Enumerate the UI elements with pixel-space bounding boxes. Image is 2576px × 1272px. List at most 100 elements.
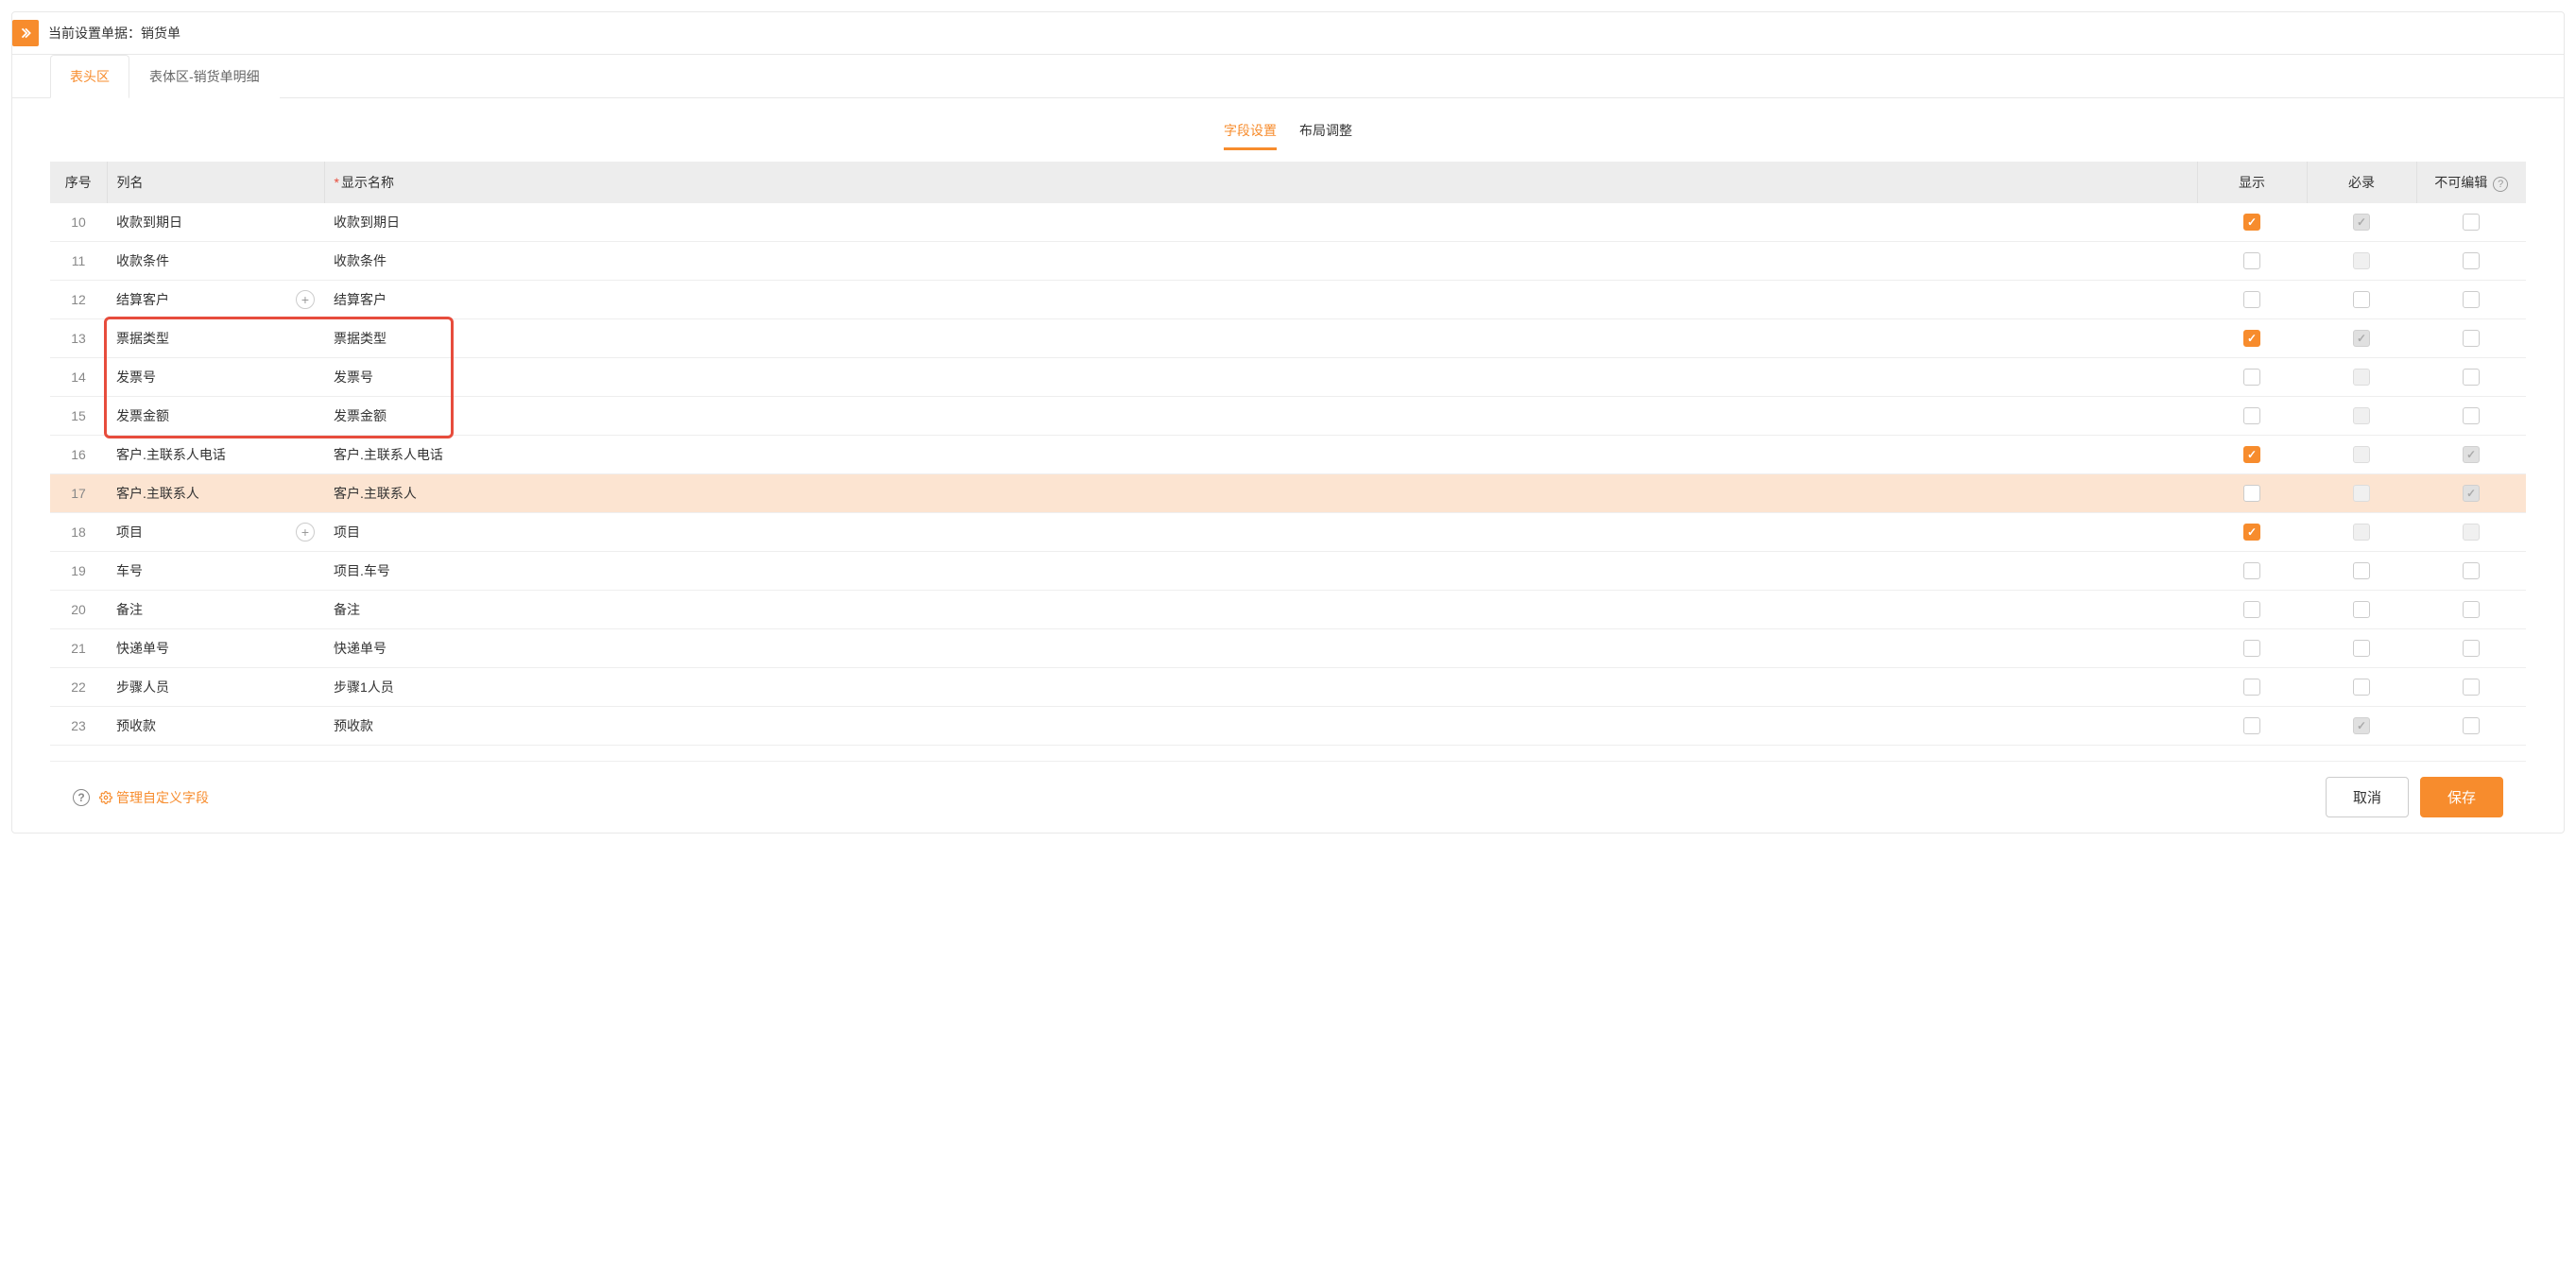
checkbox-required (2353, 485, 2370, 502)
checkbox-readonly[interactable] (2463, 601, 2480, 618)
col-header-required: 必录 (2307, 162, 2416, 203)
table-row: 22步骤人员步骤1人员 (50, 668, 2526, 707)
checkbox-show[interactable] (2243, 524, 2260, 541)
cell-required (2307, 474, 2416, 513)
cell-seq: 13 (50, 319, 107, 358)
checkbox-required[interactable] (2353, 640, 2370, 657)
subtab-1[interactable]: 布局调整 (1299, 113, 1352, 150)
checkbox-show[interactable] (2243, 446, 2260, 463)
table-row: 11收款条件收款条件 (50, 242, 2526, 281)
add-subfield-button[interactable]: + (296, 290, 315, 309)
help-icon[interactable]: ? (2493, 177, 2508, 192)
required-star-icon: * (335, 175, 339, 190)
cell-display-name[interactable]: 快递单号 (324, 629, 2197, 668)
checkbox-readonly[interactable] (2463, 562, 2480, 579)
footer-bar: ? 管理自定义字段 取消 保存 (50, 761, 2526, 833)
field-name-label: 快递单号 (116, 639, 169, 658)
cell-seq: 19 (50, 552, 107, 591)
cell-seq: 16 (50, 436, 107, 474)
checkbox-required[interactable] (2353, 601, 2370, 618)
cell-display-name[interactable]: 发票金额 (324, 397, 2197, 436)
cell-display-name[interactable]: 备注 (324, 591, 2197, 629)
add-subfield-button[interactable]: + (296, 523, 315, 541)
cell-required (2307, 242, 2416, 281)
gear-icon (99, 791, 112, 804)
col-header-show: 显示 (2197, 162, 2307, 203)
cell-required (2307, 281, 2416, 319)
cell-name: 快递单号 (107, 629, 324, 668)
cell-show (2197, 668, 2307, 707)
checkbox-show[interactable] (2243, 640, 2260, 657)
cell-readonly (2416, 474, 2526, 513)
checkbox-required (2353, 446, 2370, 463)
cell-readonly (2416, 436, 2526, 474)
checkbox-readonly[interactable] (2463, 291, 2480, 308)
cell-readonly (2416, 668, 2526, 707)
cell-display-name[interactable]: 票据类型 (324, 319, 2197, 358)
checkbox-required (2353, 214, 2370, 231)
checkbox-show[interactable] (2243, 679, 2260, 696)
current-doc-prefix: 当前设置单据： (48, 24, 141, 43)
cell-display-name[interactable]: 发票号 (324, 358, 2197, 397)
field-name-label: 预收款 (116, 716, 156, 735)
tab-0[interactable]: 表头区 (50, 55, 129, 98)
checkbox-show[interactable] (2243, 214, 2260, 231)
cell-display-name[interactable]: 项目 (324, 513, 2197, 552)
checkbox-readonly[interactable] (2463, 717, 2480, 734)
cell-display-name[interactable]: 结算客户 (324, 281, 2197, 319)
table-row: 14 发票号 发票号 (50, 358, 2526, 397)
cell-seq: 15 (50, 397, 107, 436)
cell-seq: 11 (50, 242, 107, 281)
checkbox-show[interactable] (2243, 407, 2260, 424)
checkbox-show[interactable] (2243, 291, 2260, 308)
cell-display-name[interactable]: 收款到期日 (324, 203, 2197, 242)
checkbox-readonly[interactable] (2463, 640, 2480, 657)
checkbox-readonly[interactable] (2463, 330, 2480, 347)
cancel-button[interactable]: 取消 (2326, 777, 2409, 817)
checkbox-required[interactable] (2353, 679, 2370, 696)
checkbox-required[interactable] (2353, 291, 2370, 308)
checkbox-show[interactable] (2243, 717, 2260, 734)
expand-panel-button[interactable] (12, 20, 39, 46)
checkbox-required (2353, 330, 2370, 347)
checkbox-readonly[interactable] (2463, 679, 2480, 696)
checkbox-required[interactable] (2353, 562, 2370, 579)
save-button[interactable]: 保存 (2420, 777, 2503, 817)
cell-display-name[interactable]: 收款条件 (324, 242, 2197, 281)
checkbox-show[interactable] (2243, 562, 2260, 579)
cell-name: 备注 (107, 591, 324, 629)
checkbox-show[interactable] (2243, 601, 2260, 618)
cell-seq: 14 (50, 358, 107, 397)
cell-name: 客户.主联系人电话 (107, 436, 324, 474)
cell-name: 项目 + (107, 513, 324, 552)
manage-custom-fields-link[interactable]: 管理自定义字段 (99, 788, 209, 807)
checkbox-readonly[interactable] (2463, 252, 2480, 269)
cell-readonly (2416, 552, 2526, 591)
checkbox-show[interactable] (2243, 485, 2260, 502)
checkbox-readonly (2463, 524, 2480, 541)
checkbox-readonly[interactable] (2463, 369, 2480, 386)
cell-display-name[interactable]: 项目.车号 (324, 552, 2197, 591)
cell-required (2307, 358, 2416, 397)
checkbox-required (2353, 252, 2370, 269)
field-name-label: 发票号 (116, 368, 156, 387)
checkbox-show[interactable] (2243, 252, 2260, 269)
cell-display-name[interactable]: 步骤1人员 (324, 668, 2197, 707)
checkbox-show[interactable] (2243, 330, 2260, 347)
cell-show (2197, 242, 2307, 281)
cell-show (2197, 203, 2307, 242)
cell-display-name[interactable]: 预收款 (324, 707, 2197, 746)
cell-name: 收款条件 (107, 242, 324, 281)
field-name-label: 项目 (116, 523, 143, 541)
cell-readonly (2416, 358, 2526, 397)
help-icon[interactable]: ? (73, 789, 90, 806)
checkbox-show[interactable] (2243, 369, 2260, 386)
tab-1[interactable]: 表体区-销货单明细 (129, 55, 280, 98)
checkbox-readonly[interactable] (2463, 214, 2480, 231)
checkbox-readonly[interactable] (2463, 407, 2480, 424)
cell-display-name[interactable]: 客户.主联系人 (324, 474, 2197, 513)
subtab-0[interactable]: 字段设置 (1224, 113, 1277, 150)
cell-display-name[interactable]: 客户.主联系人电话 (324, 436, 2197, 474)
field-name-label: 车号 (116, 561, 143, 580)
field-name-label: 客户.主联系人 (116, 484, 199, 503)
